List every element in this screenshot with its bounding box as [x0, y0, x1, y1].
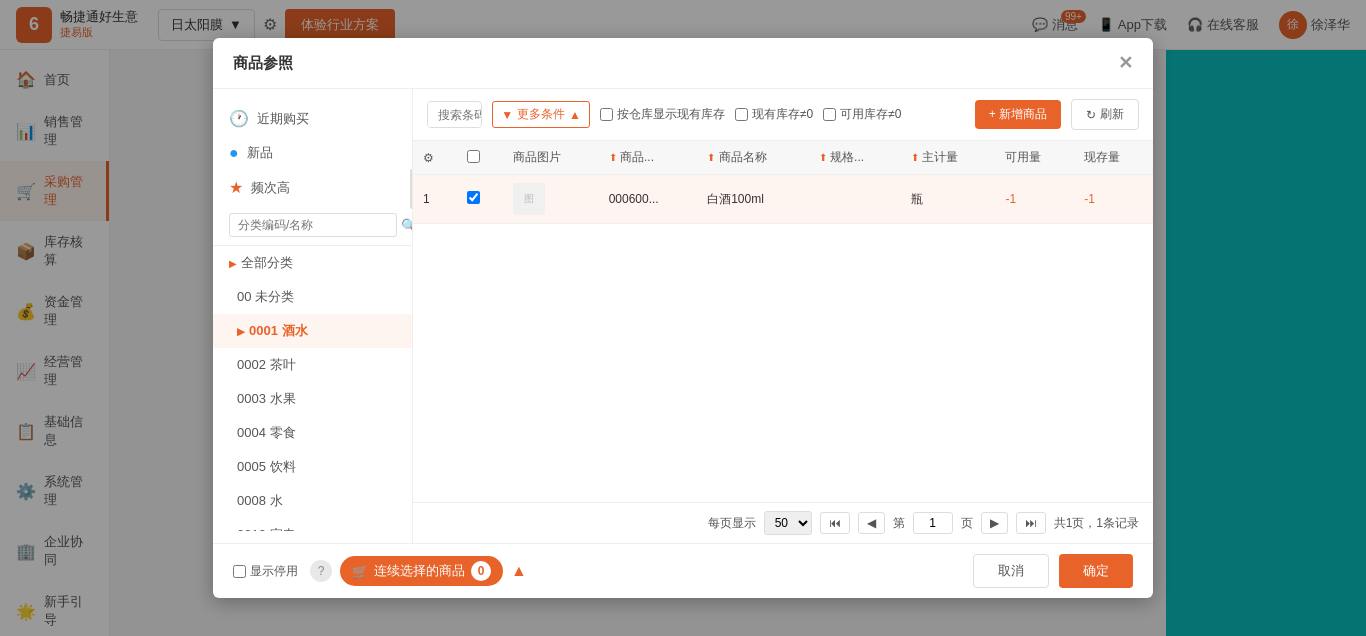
last-page-btn[interactable]: ⏭: [1016, 512, 1046, 534]
quick-nav-new[interactable]: ● 新品: [213, 136, 412, 170]
product-reference-modal: 商品参照 ✕ 🕐 近期购买 ● 新品 ★ 频次高: [213, 38, 1153, 598]
row-available: -1: [995, 175, 1074, 224]
category-list: ▶ 全部分类 00 未分类 ▶ 0001 酒水 0002 茶叶 0003 水果: [213, 246, 412, 531]
new-icon: ●: [229, 144, 239, 162]
category-water[interactable]: 0008 水: [213, 484, 412, 518]
th-code[interactable]: ⬆ 商品...: [599, 141, 698, 175]
quick-nav-recent[interactable]: 🕐 近期购买: [213, 101, 412, 136]
th-stock[interactable]: 现存量: [1074, 141, 1153, 175]
modal-pagination: 每页显示 50 ⏮ ◀ 第 页 ▶ ⏭ 共1页，1条记录: [413, 502, 1153, 543]
current-stock-checkbox[interactable]: [735, 108, 748, 121]
row-image: 图: [503, 175, 599, 224]
settings-col-icon: ⚙: [423, 151, 434, 165]
collapse-icon: 《: [411, 182, 413, 196]
category-tea[interactable]: 0002 茶叶: [213, 348, 412, 382]
page-size-select[interactable]: 50: [764, 511, 812, 535]
refresh-btn[interactable]: ↻ 刷新: [1071, 99, 1139, 130]
page-suffix: 页: [961, 515, 973, 532]
show-disabled-checkbox[interactable]: [233, 565, 246, 578]
modal-right-panel: 🔍 ▼ 更多条件 ▲ 按仓库显示现有库存 现有库存≠0: [413, 89, 1153, 543]
modal-body: 🕐 近期购买 ● 新品 ★ 频次高 《 🔍: [213, 89, 1153, 543]
th-image[interactable]: 商品图片: [503, 141, 599, 175]
category-fruit[interactable]: 0003 水果: [213, 382, 412, 416]
page-label: 第: [893, 515, 905, 532]
modal-header: 商品参照 ✕: [213, 38, 1153, 89]
product-search-bar: 🔍: [427, 101, 482, 128]
product-thumbnail: 图: [513, 183, 545, 215]
select-all-checkbox[interactable]: [467, 150, 480, 163]
th-unit[interactable]: ⬆ 主计量: [901, 141, 996, 175]
collapse-left-panel-btn[interactable]: 《: [410, 169, 413, 209]
filter-icon: ▼: [501, 108, 513, 122]
sort-icon-unit: ⬆: [911, 152, 919, 163]
footer-right-area: 取消 确定: [973, 554, 1133, 588]
confirm-button[interactable]: 确定: [1059, 554, 1133, 588]
th-name[interactable]: ⬆ 商品名称: [697, 141, 809, 175]
arrow-icon: ▶: [229, 258, 237, 269]
row-index: 1: [413, 175, 457, 224]
star-icon: ★: [229, 178, 243, 197]
clock-icon: 🕐: [229, 109, 249, 128]
sort-icon: ⬆: [609, 152, 617, 163]
modal-overlay: 商品参照 ✕ 🕐 近期购买 ● 新品 ★ 频次高: [0, 0, 1366, 636]
page-size-label: 每页显示: [708, 515, 756, 532]
product-table: ⚙ 商品图片 ⬆ 商品... ⬆ 商品名称: [413, 141, 1153, 502]
row-select-checkbox[interactable]: [467, 191, 480, 204]
row-name: 白酒100ml: [697, 175, 809, 224]
category-liquor[interactable]: ▶ 0001 酒水: [213, 314, 412, 348]
modal-footer: 显示停用 ? 🛒 连续选择的商品 0 ▲ 取消 确定: [213, 543, 1153, 598]
product-search-input[interactable]: [428, 103, 482, 127]
category-snack[interactable]: 0004 零食: [213, 416, 412, 450]
warehouse-stock-checkbox[interactable]: [600, 108, 613, 121]
table-row[interactable]: 1 图 000600... 白酒100ml 瓶: [413, 175, 1153, 224]
sort-icon-spec: ⬆: [819, 152, 827, 163]
next-page-btn[interactable]: ▶: [981, 512, 1008, 534]
category-drink[interactable]: 0005 饮料: [213, 450, 412, 484]
th-checkbox[interactable]: [457, 141, 503, 175]
table-header-row: ⚙ 商品图片 ⬆ 商品... ⬆ 商品名称: [413, 141, 1153, 175]
th-available[interactable]: 可用量: [995, 141, 1074, 175]
row-code: 000600...: [599, 175, 698, 224]
page-number-input[interactable]: [913, 512, 953, 534]
show-disabled-label[interactable]: 显示停用: [233, 563, 298, 580]
modal-close-button[interactable]: ✕: [1118, 52, 1133, 74]
footer-left-area: ? 🛒 连续选择的商品 0 ▲: [310, 556, 527, 586]
category-all[interactable]: ▶ 全部分类: [213, 246, 412, 280]
quick-nav-frequent[interactable]: ★ 频次高: [213, 170, 412, 205]
collapse-cart-btn[interactable]: ▲: [511, 562, 527, 580]
available-stock-checkbox[interactable]: [823, 108, 836, 121]
selected-count-badge: 0: [471, 561, 491, 581]
more-filter-btn[interactable]: ▼ 更多条件 ▲: [492, 101, 590, 128]
sort-icon-name: ⬆: [707, 152, 715, 163]
chevron-up-icon: ▲: [569, 108, 581, 122]
product-table-element: ⚙ 商品图片 ⬆ 商品... ⬆ 商品名称: [413, 141, 1153, 224]
category-search-input[interactable]: [229, 213, 397, 237]
category-unclassified[interactable]: 00 未分类: [213, 280, 412, 314]
checkbox-warehouse-stock[interactable]: 按仓库显示现有库存: [600, 106, 725, 123]
first-page-btn[interactable]: ⏮: [820, 512, 850, 534]
arrow-icon-liquor: ▶: [237, 326, 245, 337]
refresh-icon: ↻: [1086, 108, 1096, 122]
th-settings[interactable]: ⚙: [413, 141, 457, 175]
row-unit: 瓶: [901, 175, 996, 224]
row-spec: [809, 175, 901, 224]
category-search-icon[interactable]: 🔍: [401, 218, 413, 233]
th-spec[interactable]: ⬆ 规格...: [809, 141, 901, 175]
add-product-btn[interactable]: + 新增商品: [975, 100, 1061, 129]
row-stock: -1: [1074, 175, 1153, 224]
checkbox-available-stock[interactable]: 可用库存≠0: [823, 106, 901, 123]
total-records-label: 共1页，1条记录: [1054, 515, 1139, 532]
checkbox-current-stock[interactable]: 现有库存≠0: [735, 106, 813, 123]
modal-toolbar: 🔍 ▼ 更多条件 ▲ 按仓库显示现有库存 现有库存≠0: [413, 89, 1153, 141]
cancel-button[interactable]: 取消: [973, 554, 1049, 588]
category-search-row: 🔍: [213, 205, 412, 246]
row-checkbox[interactable]: [457, 175, 503, 224]
cart-area[interactable]: 🛒 连续选择的商品 0: [340, 556, 503, 586]
modal-left-panel: 🕐 近期购买 ● 新品 ★ 频次高 《 🔍: [213, 89, 413, 543]
cart-icon: 🛒: [352, 564, 368, 579]
help-icon[interactable]: ?: [310, 560, 332, 582]
prev-page-btn[interactable]: ◀: [858, 512, 885, 534]
category-appliance[interactable]: 0010 家电: [213, 518, 412, 531]
modal-title: 商品参照: [233, 54, 293, 73]
